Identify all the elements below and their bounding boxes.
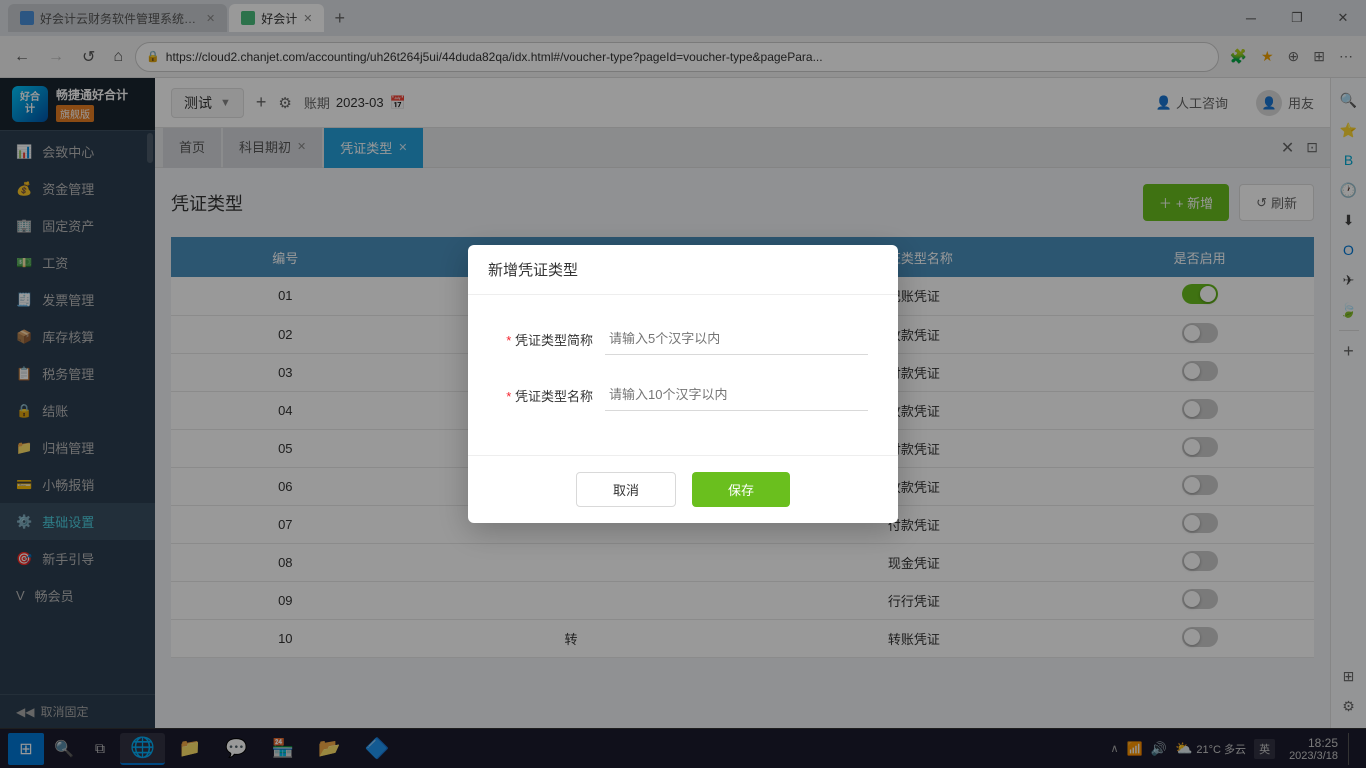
- form-row-short-name: * 凭证类型简称: [498, 323, 868, 355]
- modal-header: 新增凭证类型: [468, 245, 898, 295]
- modal-body: * 凭证类型简称 * 凭证类型名称: [468, 295, 898, 455]
- full-name-label: * 凭证类型名称: [498, 386, 593, 405]
- new-voucher-type-modal: 新增凭证类型 * 凭证类型简称 * 凭证类型名称: [468, 245, 898, 523]
- modal-overlay: 新增凭证类型 * 凭证类型简称 * 凭证类型名称: [0, 0, 1366, 768]
- modal-footer: 取消 保存: [468, 455, 898, 523]
- save-button[interactable]: 保存: [692, 472, 790, 507]
- required-mark2: *: [506, 389, 511, 404]
- full-name-input[interactable]: [605, 379, 868, 411]
- form-row-full-name: * 凭证类型名称: [498, 379, 868, 411]
- browser-window: 好会计云财务软件管理系统_会计 ✕ 好会计 ✕ + ─ ❐ ✕ ← → ↺ ⌂ …: [0, 0, 1366, 768]
- cancel-button[interactable]: 取消: [576, 472, 676, 507]
- short-name-input[interactable]: [605, 323, 868, 355]
- required-mark: *: [506, 333, 511, 348]
- modal-title: 新增凭证类型: [488, 259, 578, 280]
- short-name-label: * 凭证类型简称: [498, 330, 593, 349]
